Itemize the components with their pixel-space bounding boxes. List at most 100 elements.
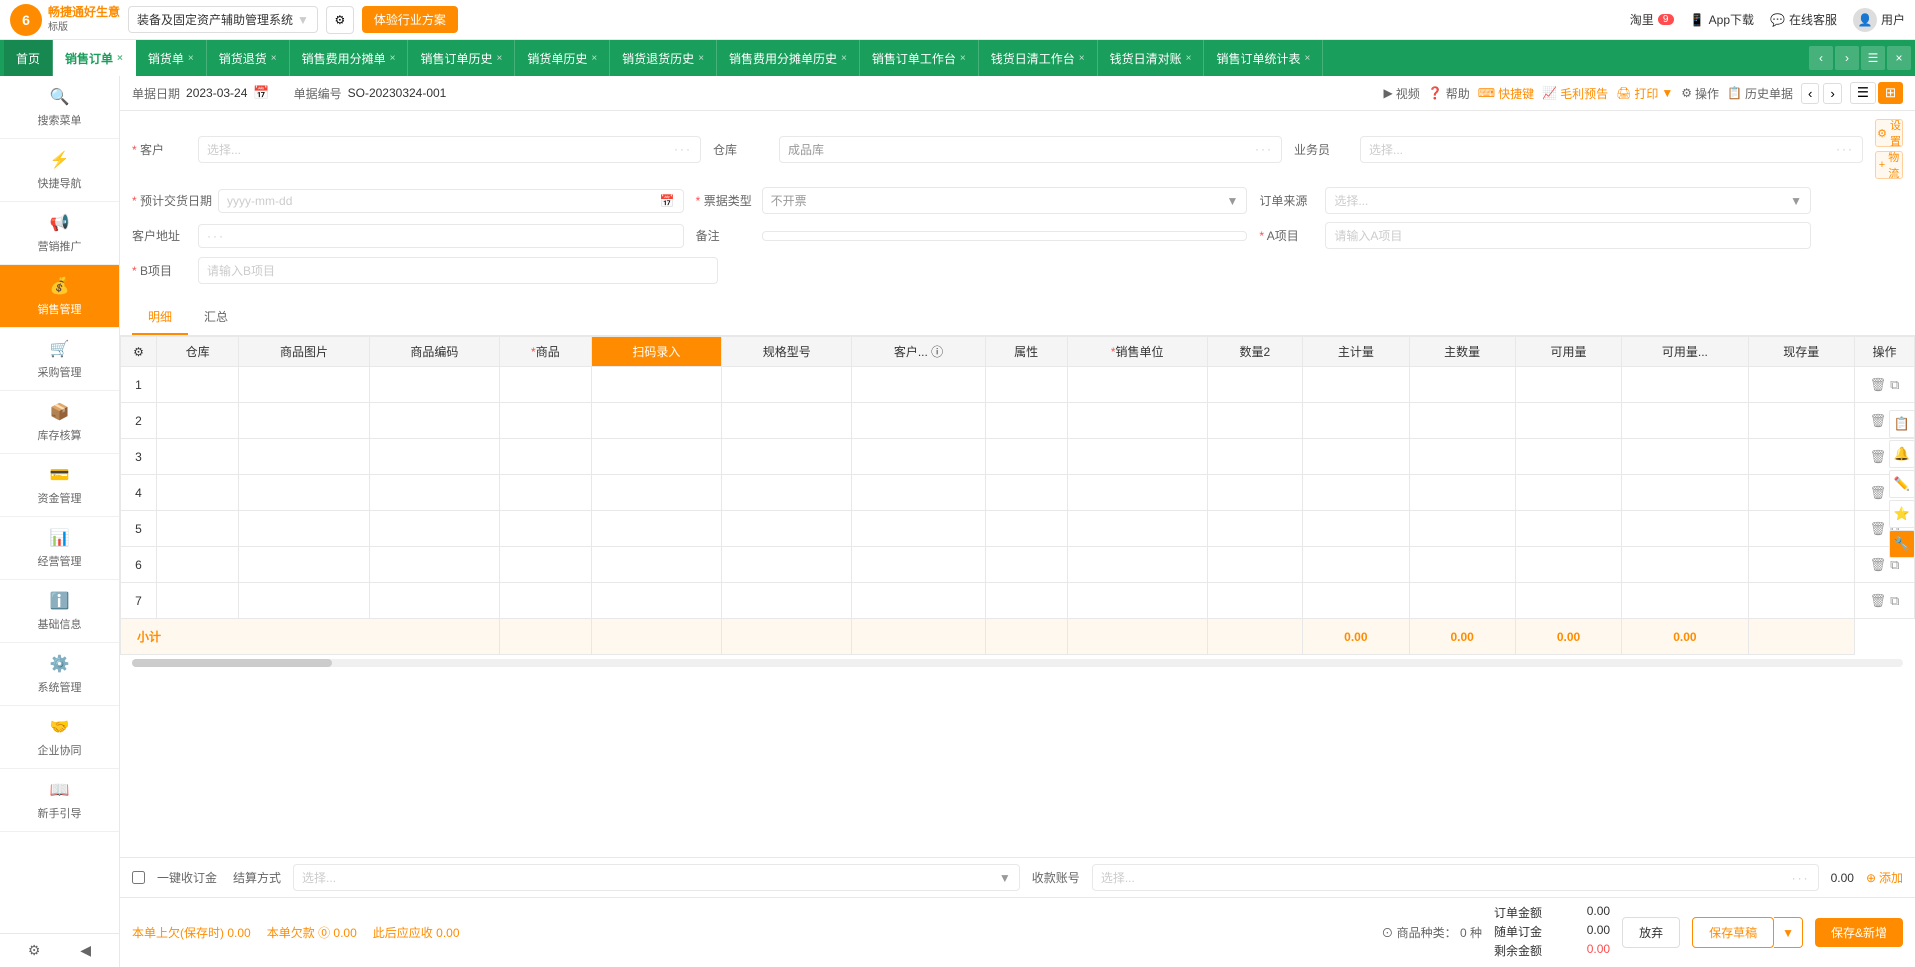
- row-warehouse[interactable]: [157, 403, 239, 439]
- row-attribute[interactable]: [985, 511, 1067, 547]
- close-tab-sales-return[interactable]: ×: [271, 53, 277, 64]
- row-main-unit[interactable]: [1303, 439, 1409, 475]
- row-available[interactable]: [1515, 439, 1621, 475]
- row-main-unit[interactable]: [1303, 583, 1409, 619]
- rfp-btn-3[interactable]: ✏️: [1889, 470, 1915, 498]
- app-download-btn[interactable]: 📱 App下载: [1690, 11, 1754, 28]
- row-main-qty[interactable]: [1409, 367, 1515, 403]
- messages-btn[interactable]: 淘里 9: [1630, 11, 1674, 28]
- row-main-qty[interactable]: [1409, 403, 1515, 439]
- tab-return-history[interactable]: 销货退货历史 ×: [610, 40, 717, 76]
- col-scan[interactable]: 扫码录入: [591, 337, 721, 367]
- row-image[interactable]: [239, 367, 369, 403]
- tab-sales-order[interactable]: 销售订单 ×: [53, 40, 136, 76]
- sidebar-item-finance[interactable]: 💳 资金管理: [0, 454, 119, 517]
- row-copy-icon[interactable]: ⧉: [1890, 377, 1899, 393]
- tab-sales-goods[interactable]: 销货单 ×: [136, 40, 207, 76]
- row-warehouse[interactable]: [157, 583, 239, 619]
- row-main-qty[interactable]: [1409, 547, 1515, 583]
- row-main-unit[interactable]: [1303, 547, 1409, 583]
- logistics-form-btn[interactable]: + 物流: [1875, 151, 1903, 179]
- row-warehouse[interactable]: [157, 367, 239, 403]
- row-attribute[interactable]: [985, 583, 1067, 619]
- tab-daily-workbench[interactable]: 钱货日清工作台 ×: [979, 40, 1098, 76]
- tab-expense-history[interactable]: 销售费用分摊单历史 ×: [717, 40, 860, 76]
- close-tab-sales-order[interactable]: ×: [117, 53, 123, 64]
- history-orders-btn[interactable]: 📋 历史单据: [1727, 85, 1793, 102]
- sidebar-item-guide[interactable]: 📖 新手引导: [0, 769, 119, 832]
- row-available2[interactable]: [1622, 367, 1748, 403]
- row-delete-icon[interactable]: 🗑: [1870, 413, 1887, 429]
- video-btn[interactable]: ▶ 视频: [1384, 85, 1420, 102]
- row-qty2[interactable]: [1207, 403, 1303, 439]
- payment-method-select[interactable]: 选择... ▼: [293, 864, 1020, 891]
- row-attribute[interactable]: [985, 439, 1067, 475]
- row-qty2[interactable]: [1207, 547, 1303, 583]
- row-unit[interactable]: [1067, 403, 1207, 439]
- tab-order-history[interactable]: 销售订单历史 ×: [408, 40, 515, 76]
- row-code[interactable]: [369, 439, 499, 475]
- row-code[interactable]: [369, 475, 499, 511]
- row-product[interactable]: [500, 475, 592, 511]
- rfp-btn-4[interactable]: ⭐: [1889, 500, 1915, 528]
- row-attribute[interactable]: [985, 403, 1067, 439]
- row-delete-icon[interactable]: 🗑: [1870, 557, 1887, 573]
- row-unit[interactable]: [1067, 511, 1207, 547]
- customer-input[interactable]: 选择... ···: [198, 136, 701, 163]
- a-project-input[interactable]: 请输入A项目: [1325, 222, 1811, 249]
- profit-forecast-btn[interactable]: 📈 毛利预告: [1542, 85, 1608, 102]
- settings-form-btn[interactable]: ⚙ 设置: [1875, 119, 1903, 147]
- discard-btn[interactable]: 放弃: [1622, 917, 1680, 948]
- row-unit[interactable]: [1067, 439, 1207, 475]
- row-main-qty[interactable]: [1409, 439, 1515, 475]
- row-current-stock[interactable]: [1748, 547, 1854, 583]
- row-current-stock[interactable]: [1748, 403, 1854, 439]
- row-code[interactable]: [369, 367, 499, 403]
- tab-sales-expense[interactable]: 销售费用分摊单 ×: [290, 40, 409, 76]
- sidebar-item-collab[interactable]: 🤝 企业协同: [0, 706, 119, 769]
- row-product[interactable]: [500, 583, 592, 619]
- operations-btn[interactable]: ⚙ 操作: [1681, 85, 1719, 102]
- rfp-btn-1[interactable]: 📋: [1889, 410, 1915, 438]
- row-image[interactable]: [239, 511, 369, 547]
- save-draft-btn[interactable]: 保存草稿: [1692, 917, 1774, 948]
- order-source-input[interactable]: 选择... ▼: [1325, 187, 1811, 214]
- add-payment-btn[interactable]: ⊕ 添加: [1866, 869, 1903, 886]
- invoice-type-select[interactable]: 不开票 ▼: [762, 187, 1248, 214]
- row-spec[interactable]: [722, 475, 852, 511]
- close-tab-expense-history[interactable]: ×: [841, 53, 847, 64]
- online-service-btn[interactable]: 💬 在线客服: [1770, 11, 1837, 28]
- nav-close-btn[interactable]: ×: [1887, 46, 1911, 70]
- row-warehouse[interactable]: [157, 547, 239, 583]
- notes-input[interactable]: [762, 231, 1248, 241]
- bank-account-select[interactable]: 选择... ···: [1092, 864, 1819, 891]
- row-main-unit[interactable]: [1303, 403, 1409, 439]
- close-tab-order-history[interactable]: ×: [496, 53, 502, 64]
- row-unit[interactable]: [1067, 547, 1207, 583]
- one-click-checkbox[interactable]: [132, 871, 145, 884]
- row-image[interactable]: [239, 439, 369, 475]
- close-tab-daily-workbench[interactable]: ×: [1079, 53, 1085, 64]
- row-spec[interactable]: [722, 367, 852, 403]
- row-spec[interactable]: [722, 547, 852, 583]
- row-customer-code[interactable]: [852, 511, 985, 547]
- row-customer-code[interactable]: [852, 439, 985, 475]
- sidebar-item-sales[interactable]: 💰 销售管理: [0, 265, 119, 328]
- list-view-btn[interactable]: ☰: [1850, 82, 1876, 104]
- row-warehouse[interactable]: [157, 439, 239, 475]
- row-code[interactable]: [369, 583, 499, 619]
- tab-home[interactable]: 首页: [4, 40, 53, 76]
- row-main-qty[interactable]: [1409, 583, 1515, 619]
- row-current-stock[interactable]: [1748, 583, 1854, 619]
- sidebar-collapse-btn[interactable]: ◀: [80, 942, 91, 959]
- form-view-btn[interactable]: ⊞: [1878, 82, 1903, 104]
- sidebar-item-system[interactable]: ⚙️ 系统管理: [0, 643, 119, 706]
- row-main-unit[interactable]: [1303, 475, 1409, 511]
- b-project-input[interactable]: 请输入B项目: [198, 257, 718, 284]
- row-customer-code[interactable]: [852, 403, 985, 439]
- row-copy-icon[interactable]: ⧉: [1890, 593, 1899, 609]
- row-available[interactable]: [1515, 475, 1621, 511]
- row-main-qty[interactable]: [1409, 475, 1515, 511]
- row-code[interactable]: [369, 403, 499, 439]
- row-available[interactable]: [1515, 583, 1621, 619]
